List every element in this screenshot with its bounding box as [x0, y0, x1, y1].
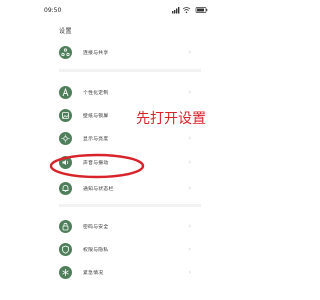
settings-item-label: 连接与共享 [83, 51, 109, 56]
status-icons [172, 6, 208, 14]
wallpaper-icon [59, 109, 72, 122]
settings-item-label: 壁纸与锁屏 [83, 114, 109, 119]
signal-icon [172, 7, 180, 14]
wifi-icon [182, 7, 191, 14]
status-time: 09:50 [44, 7, 62, 14]
chevron-right-icon: › [188, 246, 191, 253]
chevron-right-icon: › [188, 49, 191, 56]
section-divider [59, 204, 201, 207]
settings-item-emergency[interactable]: 紧急情况 › [59, 266, 201, 286]
shield-icon [59, 243, 72, 256]
settings-item-label: 个性化定制 [83, 91, 109, 96]
status-bar: 09:50 [0, 0, 250, 20]
settings-item-notification[interactable]: 通知与状态栏 › [59, 182, 201, 202]
settings-item-connection[interactable]: 连接与共享 › [59, 46, 201, 66]
sos-icon [59, 266, 72, 279]
settings-item-label: 密码与安全 [83, 225, 109, 230]
palette-icon [59, 86, 72, 99]
settings-item-privacy[interactable]: 权限与隐私 › [59, 243, 201, 263]
settings-item-security[interactable]: 密码与安全 › [59, 220, 201, 240]
chevron-right-icon: › [188, 223, 191, 230]
settings-item-display[interactable]: 显示与亮度 › [59, 132, 201, 152]
page-title: 设置 [59, 28, 73, 35]
settings-item-label: 权限与隐私 [83, 248, 109, 253]
chevron-right-icon: › [188, 159, 191, 166]
chevron-right-icon: › [188, 135, 191, 142]
bell-icon [59, 182, 72, 195]
brightness-icon [59, 132, 72, 145]
highlight-circle [49, 153, 145, 179]
settings-item-label: 通知与状态栏 [83, 187, 114, 192]
settings-item-label: 紧急情况 [83, 271, 104, 276]
battery-icon [195, 7, 208, 13]
share-icon [59, 46, 72, 59]
settings-item-personalization[interactable]: 个性化定制 › [59, 86, 201, 106]
lock-icon [59, 220, 72, 233]
chevron-right-icon: › [188, 185, 191, 192]
section-divider [59, 69, 201, 72]
chevron-right-icon: › [188, 269, 191, 276]
chevron-right-icon: › [188, 89, 191, 96]
annotation-text: 先打开设置 [136, 111, 206, 127]
settings-item-label: 显示与亮度 [83, 137, 109, 142]
